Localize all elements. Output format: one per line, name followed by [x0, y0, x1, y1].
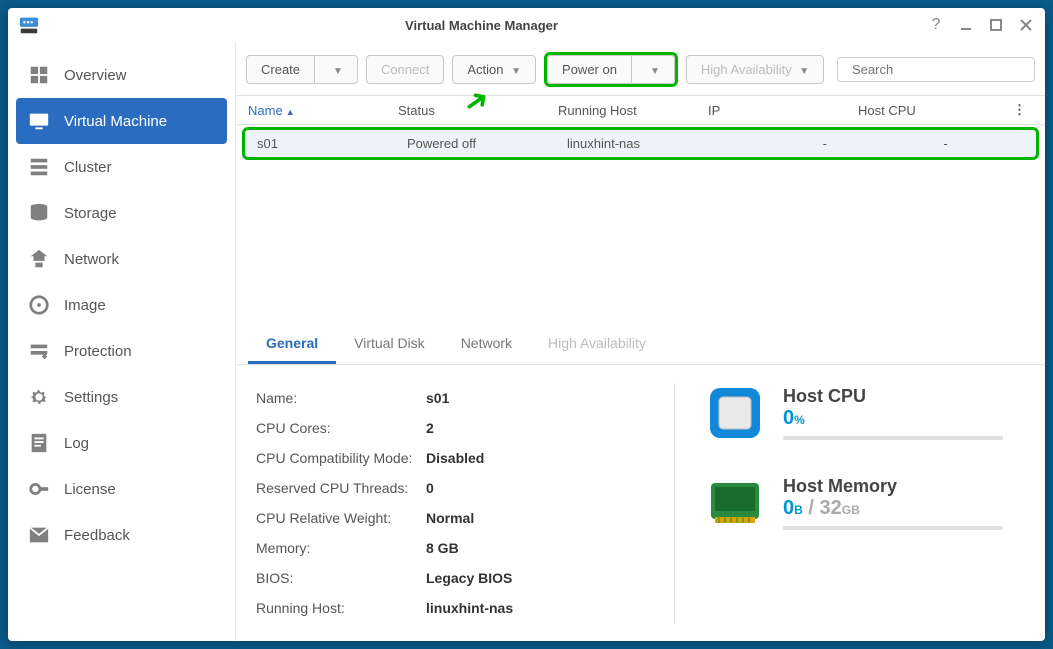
- cell-status: Powered off: [407, 136, 567, 151]
- col-more-icon[interactable]: ⋮: [1013, 102, 1033, 118]
- stat-title: Host CPU: [783, 386, 1003, 407]
- stat-text: Host Memory 0B / 32GB: [783, 476, 1003, 530]
- toolbar: Create ▼ Connect Action ▼ Power on ▼ Hig…: [236, 42, 1045, 96]
- detail-tabs: General Virtual Disk Network High Availa…: [236, 325, 1045, 365]
- memory-icon: [705, 473, 765, 533]
- prop-reserved-threads: Reserved CPU Threads:0: [256, 473, 644, 503]
- stat-value: 0%: [783, 407, 1003, 430]
- close-icon[interactable]: [1017, 16, 1035, 34]
- stat-host-cpu: Host CPU 0%: [705, 383, 1025, 443]
- stat-value: 0B / 32GB: [783, 497, 1003, 520]
- main-panel: Create ▼ Connect Action ▼ Power on ▼ Hig…: [236, 42, 1045, 641]
- prop-cpu-cores: CPU Cores:2: [256, 413, 644, 443]
- caret-down-icon: ▼: [650, 66, 660, 77]
- sidebar-item-label: Feedback: [64, 527, 130, 544]
- search-input[interactable]: [852, 62, 1028, 77]
- cell-host: linuxhint-nas: [567, 136, 717, 151]
- caret-down-icon: ▼: [799, 66, 809, 77]
- tab-virtual-disk[interactable]: Virtual Disk: [336, 325, 443, 364]
- detail-body: Name:s01 CPU Cores:2 CPU Compatibility M…: [236, 365, 1045, 641]
- sidebar-item-label: Cluster: [64, 159, 112, 176]
- window-title: Virtual Machine Manager: [48, 18, 915, 33]
- sidebar-item-log[interactable]: Log: [16, 420, 227, 466]
- power-dropdown-button[interactable]: ▼: [632, 55, 675, 84]
- prop-name: Name:s01: [256, 383, 644, 413]
- caret-down-icon: ▼: [511, 66, 521, 77]
- sort-asc-icon: ▲: [286, 107, 295, 117]
- sidebar-item-protection[interactable]: Protection: [16, 328, 227, 374]
- sidebar-item-feedback[interactable]: Feedback: [16, 512, 227, 558]
- sidebar-item-image[interactable]: Image: [16, 282, 227, 328]
- sidebar-item-virtual-machine[interactable]: Virtual Machine: [16, 98, 227, 144]
- sidebar-item-label: Storage: [64, 205, 117, 222]
- col-host-cpu[interactable]: Host CPU: [858, 103, 1013, 118]
- table-row[interactable]: s01 Powered off linuxhint-nas - -: [242, 127, 1039, 160]
- sidebar-item-label: Overview: [64, 67, 127, 84]
- create-button-group: Create ▼: [246, 55, 358, 84]
- create-dropdown-button[interactable]: ▼: [315, 55, 358, 84]
- prop-cpu-weight: CPU Relative Weight:Normal: [256, 503, 644, 533]
- prop-bios: BIOS:Legacy BIOS: [256, 563, 644, 593]
- vertical-divider: [674, 383, 675, 623]
- titlebar: Virtual Machine Manager ?: [8, 8, 1045, 42]
- search-field[interactable]: [837, 57, 1035, 82]
- high-availability-dropdown-button[interactable]: High Availability ▼: [686, 55, 824, 84]
- sidebar-item-settings[interactable]: Settings: [16, 374, 227, 420]
- power-button-group: Power on ▼: [544, 52, 678, 87]
- window-body: Overview Virtual Machine Cluster Storage…: [8, 42, 1045, 641]
- sidebar-item-label: Protection: [64, 343, 132, 360]
- sidebar-item-label: License: [64, 481, 116, 498]
- power-on-button[interactable]: Power on: [547, 55, 632, 84]
- create-button[interactable]: Create: [246, 55, 315, 84]
- col-ip[interactable]: IP: [708, 103, 858, 118]
- cell-ip: -: [717, 136, 867, 151]
- help-icon[interactable]: ?: [927, 16, 945, 34]
- app-icon: [18, 14, 40, 36]
- sidebar-item-cluster[interactable]: Cluster: [16, 144, 227, 190]
- tab-general[interactable]: General: [248, 325, 336, 364]
- cpu-icon: [705, 383, 765, 443]
- prop-running-host: Running Host:linuxhint-nas: [256, 593, 644, 623]
- stat-host-memory: Host Memory 0B / 32GB: [705, 473, 1025, 533]
- sidebar-item-label: Network: [64, 251, 119, 268]
- sidebar-item-network[interactable]: Network: [16, 236, 227, 282]
- maximize-icon[interactable]: [987, 16, 1005, 34]
- cell-name: s01: [257, 136, 407, 151]
- tab-network[interactable]: Network: [443, 325, 530, 364]
- sidebar: Overview Virtual Machine Cluster Storage…: [8, 42, 236, 641]
- sidebar-item-label: Virtual Machine: [64, 113, 167, 130]
- caret-down-icon: ▼: [333, 66, 343, 77]
- minimize-icon[interactable]: [957, 16, 975, 34]
- sidebar-item-label: Image: [64, 297, 106, 314]
- stats-panel: Host CPU 0% Host Memory 0B / 32G: [705, 383, 1025, 623]
- connect-button[interactable]: Connect: [366, 55, 444, 84]
- property-list: Name:s01 CPU Cores:2 CPU Compatibility M…: [256, 383, 644, 623]
- stat-bar: [783, 436, 1003, 440]
- app-window: Virtual Machine Manager ? Overview Virtu…: [8, 8, 1045, 641]
- tab-high-availability[interactable]: High Availability: [530, 325, 664, 364]
- stat-bar: [783, 526, 1003, 530]
- prop-memory: Memory:8 GB: [256, 533, 644, 563]
- sidebar-item-label: Settings: [64, 389, 118, 406]
- col-name[interactable]: Name▲: [248, 103, 398, 118]
- col-running-host[interactable]: Running Host: [558, 103, 708, 118]
- prop-cpu-compat: CPU Compatibility Mode:Disabled: [256, 443, 644, 473]
- cell-cpu: -: [867, 136, 1024, 151]
- stat-title: Host Memory: [783, 476, 1003, 497]
- detail-panel: General Virtual Disk Network High Availa…: [236, 305, 1045, 641]
- sidebar-item-label: Log: [64, 435, 89, 452]
- stat-text: Host CPU 0%: [783, 386, 1003, 440]
- action-dropdown-button[interactable]: Action ▼: [452, 55, 536, 84]
- sidebar-item-storage[interactable]: Storage: [16, 190, 227, 236]
- table-header: Name▲ Status Running Host IP Host CPU ⋮: [236, 96, 1045, 125]
- sidebar-item-license[interactable]: License: [16, 466, 227, 512]
- col-status[interactable]: Status: [398, 103, 558, 118]
- sidebar-item-overview[interactable]: Overview: [16, 52, 227, 98]
